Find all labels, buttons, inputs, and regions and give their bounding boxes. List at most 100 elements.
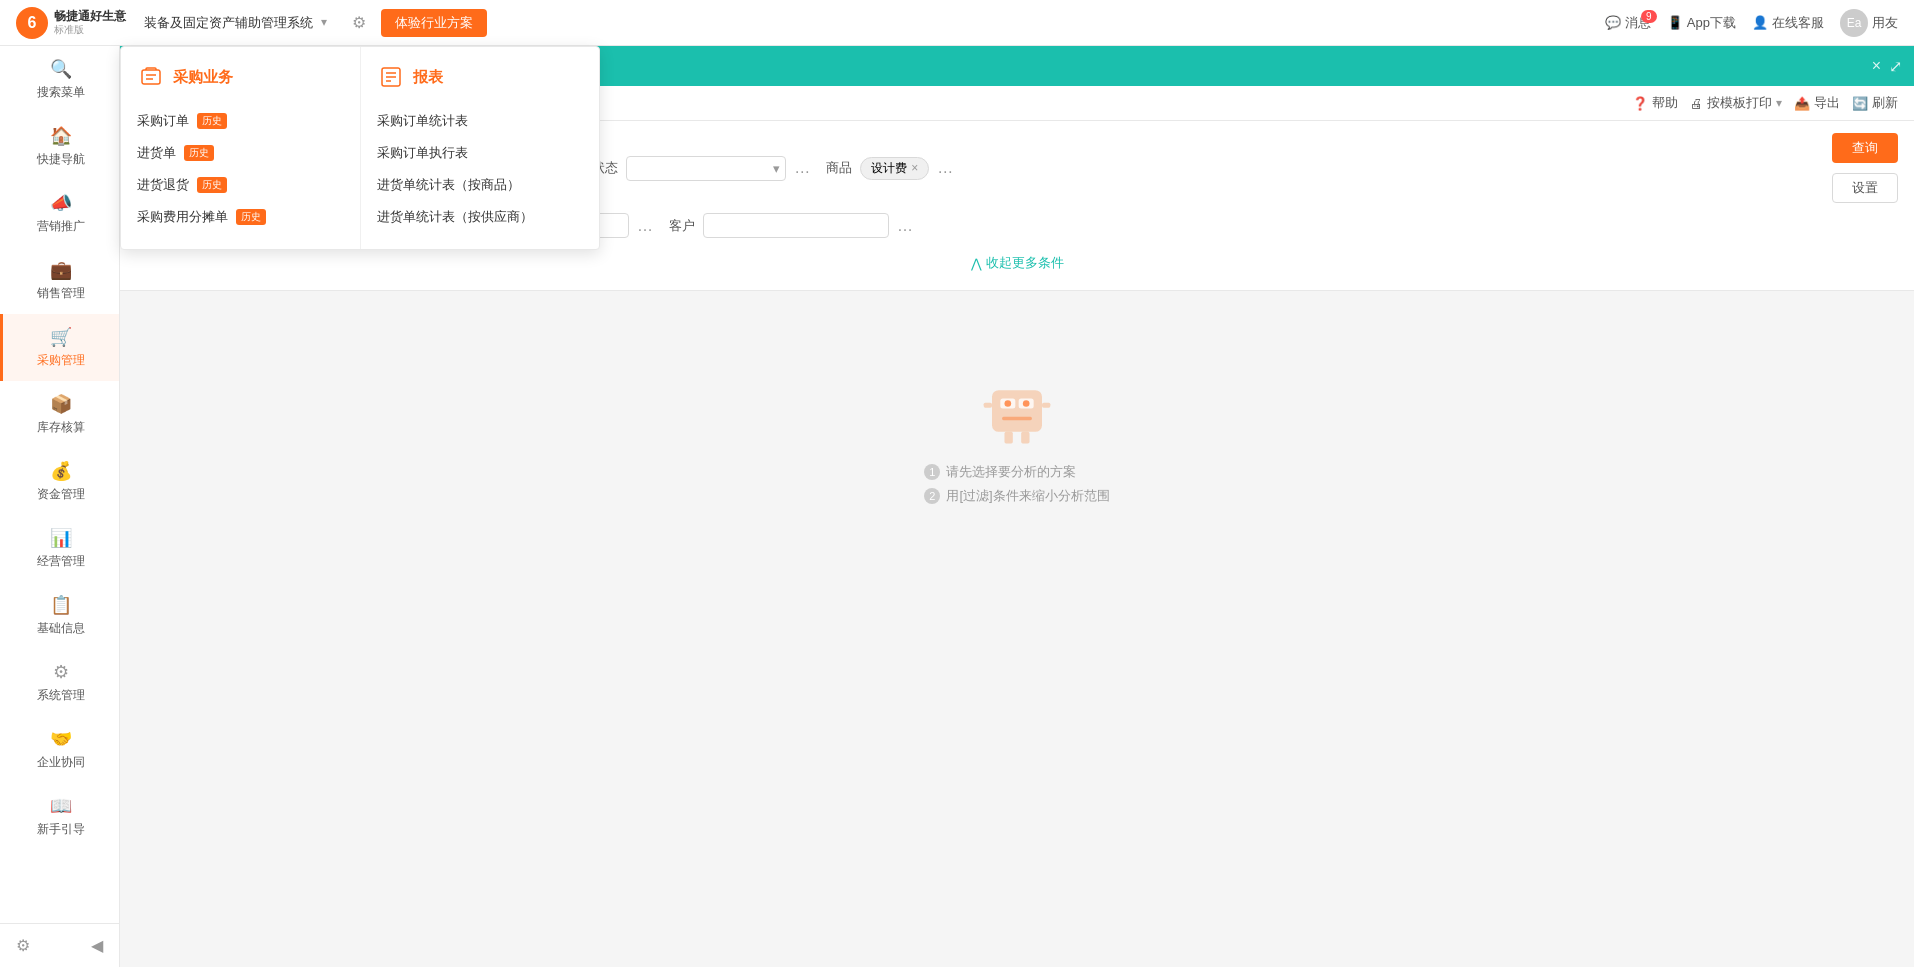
sidebar-item-finance-label: 资金管理 bbox=[37, 486, 85, 503]
purchase-dropdown-menu: 采购业务 采购订单 历史 进货单 历史 进货退货 历史 采购费用分摊单 历史 bbox=[120, 46, 600, 250]
refresh-action[interactable]: 🔄 刷新 bbox=[1852, 94, 1898, 112]
export-icon: 📤 bbox=[1794, 96, 1810, 111]
empty-hint-2: 2 用[过滤]条件来缩小分析范围 bbox=[924, 487, 1109, 505]
empty-state: 1 请先选择要分析的方案 2 用[过滤]条件来缩小分析范围 bbox=[120, 291, 1914, 585]
print-label: 按模板打印 bbox=[1707, 94, 1772, 112]
notification-action[interactable]: 💬 消息 9 bbox=[1605, 14, 1651, 32]
goods-more-dots[interactable]: … bbox=[937, 159, 953, 177]
dropdown-item-report-1-label: 采购订单统计表 bbox=[377, 112, 468, 130]
inventory-icon: 📦 bbox=[50, 393, 72, 415]
online-service-label: 在线客服 bbox=[1772, 14, 1824, 32]
dropdown-item-purchase-in[interactable]: 进货单 历史 bbox=[137, 137, 344, 169]
dropdown-item-report-3[interactable]: 进货单统计表（按商品） bbox=[377, 169, 584, 201]
phone-icon: 📱 bbox=[1667, 15, 1683, 30]
dropdown-item-purchase-expense-label: 采购费用分摊单 bbox=[137, 208, 228, 226]
notification-badge-count: 9 bbox=[1641, 10, 1657, 23]
goods-tag-close[interactable]: × bbox=[911, 161, 918, 175]
help-label: 帮助 bbox=[1652, 94, 1678, 112]
enterprise-icon: 🤝 bbox=[50, 728, 72, 750]
sidebar-item-basic-label: 基础信息 bbox=[37, 620, 85, 637]
report-col-title: 报表 bbox=[413, 68, 443, 87]
app-download-label: App下载 bbox=[1687, 14, 1736, 32]
sidebar-item-purchase[interactable]: 🛒 采购管理 bbox=[0, 314, 119, 381]
sidebar-item-finance[interactable]: 💰 资金管理 bbox=[0, 448, 119, 515]
sidebar-item-search[interactable]: 🔍 搜索菜单 bbox=[0, 46, 119, 113]
report-col: 报表 采购订单统计表 采购订单执行表 进货单统计表（按商品） 进货单统计表（按供… bbox=[360, 47, 600, 249]
purchase-icon: 🛒 bbox=[50, 326, 72, 348]
window-close-icon[interactable]: × bbox=[1872, 57, 1881, 75]
dropdown-item-purchase-return[interactable]: 进货退货 历史 bbox=[137, 169, 344, 201]
dropdown-item-report-4[interactable]: 进货单统计表（按供应商） bbox=[377, 201, 584, 233]
sidebar-item-marketing[interactable]: 📣 营销推广 bbox=[0, 180, 119, 247]
hint-num-1: 1 bbox=[924, 464, 940, 480]
query-button[interactable]: 查询 bbox=[1832, 133, 1898, 163]
hint-text-2: 用[过滤]条件来缩小分析范围 bbox=[946, 487, 1109, 505]
dropdown-item-report-4-label: 进货单统计表（按供应商） bbox=[377, 208, 533, 226]
dropdown-item-report-3-label: 进货单统计表（按商品） bbox=[377, 176, 520, 194]
print-dropdown-icon[interactable]: ▾ bbox=[1776, 96, 1782, 110]
sidebar-item-system[interactable]: ⚙ 系统管理 bbox=[0, 649, 119, 716]
dropdown-item-report-1[interactable]: 采购订单统计表 bbox=[377, 105, 584, 137]
sidebar-item-guide-label: 新手引导 bbox=[37, 821, 85, 838]
basic-icon: 📋 bbox=[50, 594, 72, 616]
user-avatar: Ea bbox=[1840, 9, 1868, 37]
sidebar-item-guide[interactable]: 📖 新手引导 bbox=[0, 783, 119, 850]
export-action[interactable]: 📤 导出 bbox=[1794, 94, 1840, 112]
system-name: 装备及固定资产辅助管理系统 bbox=[144, 14, 313, 32]
home-icon: 🏠 bbox=[50, 125, 72, 147]
sidebar-item-inventory[interactable]: 📦 库存核算 bbox=[0, 381, 119, 448]
marketing-icon: 📣 bbox=[50, 192, 72, 214]
customer-input[interactable] bbox=[703, 213, 889, 238]
purchase-dropdown-overlay: 采购业务 采购订单 历史 进货单 历史 进货退货 历史 采购费用分摊单 历史 bbox=[120, 46, 600, 250]
industry-button[interactable]: 体验行业方案 bbox=[381, 9, 487, 37]
sidebar-item-enterprise[interactable]: 🤝 企业协同 bbox=[0, 716, 119, 783]
guide-icon: 📖 bbox=[50, 795, 72, 817]
online-service-action[interactable]: 👤 在线客服 bbox=[1752, 14, 1824, 32]
dropdown-item-purchase-expense[interactable]: 采购费用分摊单 历史 bbox=[137, 201, 344, 233]
logo-sub-text: 标准版 bbox=[54, 24, 126, 35]
sidebar-item-quicknav[interactable]: 🏠 快捷导航 bbox=[0, 113, 119, 180]
dropdown-item-purchase-order[interactable]: 采购订单 历史 bbox=[137, 105, 344, 137]
sidebar-settings-icon[interactable]: ⚙ bbox=[16, 936, 30, 955]
print-action[interactable]: 🖨 按模板打印 ▾ bbox=[1690, 94, 1782, 112]
svg-rect-0 bbox=[992, 390, 1042, 432]
app-download-action[interactable]: 📱 App下载 bbox=[1667, 14, 1736, 32]
sidebar-item-operation-label: 经营管理 bbox=[37, 553, 85, 570]
svg-rect-7 bbox=[1042, 403, 1050, 408]
status-select[interactable] bbox=[626, 156, 786, 181]
sidebar-item-sales[interactable]: 💼 销售管理 bbox=[0, 247, 119, 314]
empty-hint-1: 1 请先选择要分析的方案 bbox=[924, 463, 1109, 481]
purchase-col-header: 采购业务 bbox=[137, 63, 344, 91]
sidebar-collapse-icon[interactable]: ◀ bbox=[91, 936, 103, 955]
logo-icon: 6 bbox=[16, 7, 48, 39]
sidebar-bottom: ⚙ ◀ bbox=[0, 923, 119, 967]
sidebar: 🔍 搜索菜单 🏠 快捷导航 📣 营销推广 💼 销售管理 🛒 采购管理 📦 库存核… bbox=[0, 46, 120, 967]
status-filter: 单据状态 … bbox=[566, 156, 810, 181]
sidebar-item-basic[interactable]: 📋 基础信息 bbox=[0, 582, 119, 649]
purchase-col: 采购业务 采购订单 历史 进货单 历史 进货退货 历史 采购费用分摊单 历史 bbox=[121, 47, 360, 249]
settings-icon[interactable]: ⚙ bbox=[345, 9, 373, 37]
system-dropdown-arrow[interactable]: ▾ bbox=[321, 15, 337, 31]
svg-point-4 bbox=[1023, 400, 1030, 407]
customer-filter: 客户 … bbox=[669, 213, 913, 238]
set-button[interactable]: 设置 bbox=[1832, 173, 1898, 203]
salesman-more-dots[interactable]: … bbox=[637, 217, 653, 235]
dropdown-item-report-2[interactable]: 采购订单执行表 bbox=[377, 137, 584, 169]
collapse-button[interactable]: ⋀ 收起更多条件 bbox=[136, 248, 1898, 278]
status-more-dots[interactable]: … bbox=[794, 159, 810, 177]
header-middle: 装备及固定资产辅助管理系统 ▾ ⚙ 体验行业方案 bbox=[136, 9, 1605, 37]
sidebar-item-operation[interactable]: 📊 经营管理 bbox=[0, 515, 119, 582]
help-action[interactable]: ❓ 帮助 bbox=[1632, 94, 1678, 112]
svg-rect-10 bbox=[142, 70, 160, 84]
goods-tag-chip: 设计费 × bbox=[860, 157, 929, 180]
logo-area: 6 畅捷通好生意 标准版 bbox=[16, 7, 136, 39]
window-expand-icon[interactable]: ⤢ bbox=[1889, 57, 1902, 76]
refresh-icon: 🔄 bbox=[1852, 96, 1868, 111]
empty-state-illustration bbox=[967, 371, 1067, 451]
finance-icon: 💰 bbox=[50, 460, 72, 482]
refresh-label: 刷新 bbox=[1872, 94, 1898, 112]
svg-rect-9 bbox=[1021, 432, 1029, 444]
user-action[interactable]: Ea 用友 bbox=[1840, 9, 1898, 37]
history-badge-2: 历史 bbox=[197, 177, 227, 193]
customer-more-dots[interactable]: … bbox=[897, 217, 913, 235]
